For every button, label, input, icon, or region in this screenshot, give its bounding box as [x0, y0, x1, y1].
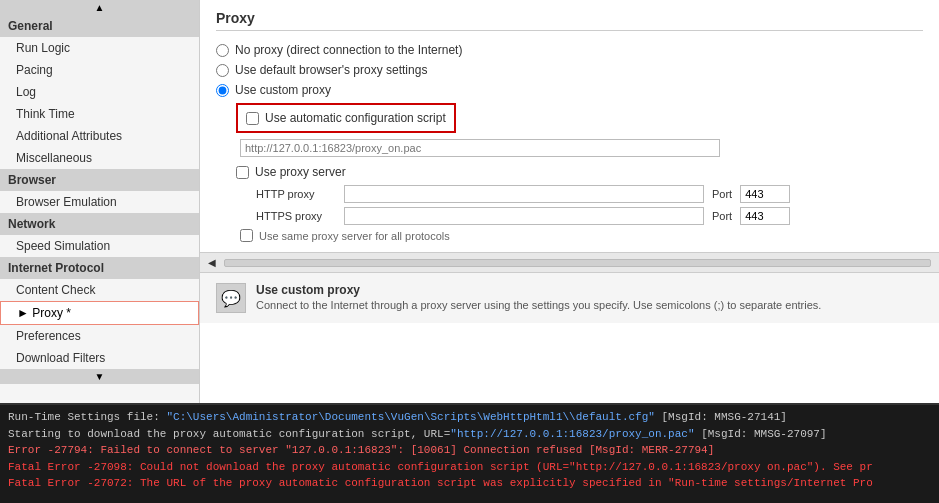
hscroll-left[interactable]: ◀ [204, 255, 220, 270]
log-line-4: Fatal Error -27098: Could not download t… [8, 459, 931, 476]
log-line-2: Starting to download the proxy automatic… [8, 426, 931, 443]
info-description: Connect to the Internet through a proxy … [256, 299, 821, 311]
http-proxy-input[interactable] [344, 185, 704, 203]
radio-no-proxy: No proxy (direct connection to the Inter… [216, 43, 923, 57]
log-text-5: Fatal Error -27072: The URL of the proxy… [8, 477, 873, 489]
sidebar-item-proxy[interactable]: ► Proxy * [0, 301, 199, 325]
sidebar-item-run-logic[interactable]: Run Logic [0, 37, 199, 59]
config-script-box: Use automatic configuration script [236, 103, 456, 133]
auto-config-url-input[interactable] [240, 139, 720, 157]
proxy-fields: HTTP proxy Port 443 HTTPS proxy Port 443 [256, 185, 923, 225]
use-proxy-server-checkbox[interactable] [236, 166, 249, 179]
custom-proxy-label[interactable]: Use custom proxy [235, 83, 331, 97]
sidebar-scroll-up[interactable]: ▲ [0, 0, 199, 15]
log-text-2: Starting to download the proxy automatic… [8, 428, 827, 440]
https-port-label: Port [712, 210, 732, 222]
no-proxy-radio[interactable] [216, 44, 229, 57]
custom-proxy-radio[interactable] [216, 84, 229, 97]
info-section: 💬 Use custom proxy Connect to the Intern… [200, 272, 939, 323]
http-port-input[interactable]: 443 [740, 185, 790, 203]
proxy-server-row: Use proxy server [236, 165, 923, 179]
sidebar-item-log[interactable]: Log [0, 81, 199, 103]
same-proxy-row: Use same proxy server for all protocols [240, 229, 923, 242]
proxy-title: Proxy [216, 10, 923, 31]
section-internet-protocol: Internet Protocol [0, 257, 199, 279]
sidebar-item-think-time[interactable]: Think Time [0, 103, 199, 125]
radio-custom-proxy: Use custom proxy [216, 83, 923, 97]
http-proxy-row: HTTP proxy Port 443 [256, 185, 923, 203]
main-container: ▲ General Run Logic Pacing Log Think Tim… [0, 0, 939, 403]
main-content: Proxy No proxy (direct connection to the… [200, 0, 939, 403]
sidebar-item-content-check[interactable]: Content Check [0, 279, 199, 301]
sidebar-item-browser-emulation[interactable]: Browser Emulation [0, 191, 199, 213]
radio-default-proxy: Use default browser's proxy settings [216, 63, 923, 77]
sidebar-item-speed-simulation[interactable]: Speed Simulation [0, 235, 199, 257]
same-proxy-checkbox[interactable] [240, 229, 253, 242]
https-proxy-input[interactable] [344, 207, 704, 225]
http-port-label: Port [712, 188, 732, 200]
no-proxy-label[interactable]: No proxy (direct connection to the Inter… [235, 43, 462, 57]
info-icon: 💬 [216, 283, 246, 313]
sidebar-item-download-filters[interactable]: Download Filters [0, 347, 199, 369]
use-proxy-server-label[interactable]: Use proxy server [255, 165, 346, 179]
log-line-3: Error -27794: Failed to connect to serve… [8, 442, 931, 459]
http-proxy-label: HTTP proxy [256, 188, 336, 200]
sidebar-item-pacing[interactable]: Pacing [0, 59, 199, 81]
hscroll-bar: ◀ [200, 252, 939, 272]
default-proxy-radio[interactable] [216, 64, 229, 77]
auto-config-label[interactable]: Use automatic configuration script [265, 111, 446, 125]
auto-config-checkbox[interactable] [246, 112, 259, 125]
log-line-5: Fatal Error -27072: The URL of the proxy… [8, 475, 931, 492]
sidebar: ▲ General Run Logic Pacing Log Think Tim… [0, 0, 200, 403]
custom-proxy-section: Use automatic configuration script Use p… [236, 103, 923, 242]
log-line-1: Run-Time Settings file: "C:\Users\Admini… [8, 409, 931, 426]
log-text-3: Error -27794: Failed to connect to serve… [8, 444, 714, 456]
default-proxy-label[interactable]: Use default browser's proxy settings [235, 63, 427, 77]
https-port-input[interactable]: 443 [740, 207, 790, 225]
info-text: Use custom proxy Connect to the Internet… [256, 283, 821, 311]
log-text-1: Run-Time Settings file: "C:\Users\Admini… [8, 411, 787, 423]
log-panel: Run-Time Settings file: "C:\Users\Admini… [0, 403, 939, 503]
log-text-4: Fatal Error -27098: Could not download t… [8, 461, 873, 473]
sidebar-item-additional-attributes[interactable]: Additional Attributes [0, 125, 199, 147]
sidebar-item-miscellaneous[interactable]: Miscellaneous [0, 147, 199, 169]
https-proxy-label: HTTPS proxy [256, 210, 336, 222]
section-browser: Browser [0, 169, 199, 191]
info-title: Use custom proxy [256, 283, 821, 297]
proxy-panel: Proxy No proxy (direct connection to the… [200, 0, 939, 252]
same-proxy-label[interactable]: Use same proxy server for all protocols [259, 230, 450, 242]
section-network: Network [0, 213, 199, 235]
https-proxy-row: HTTPS proxy Port 443 [256, 207, 923, 225]
sidebar-item-preferences[interactable]: Preferences [0, 325, 199, 347]
url-input-row [240, 139, 923, 157]
section-general: General [0, 15, 199, 37]
sidebar-scroll-down[interactable]: ▼ [0, 369, 199, 384]
